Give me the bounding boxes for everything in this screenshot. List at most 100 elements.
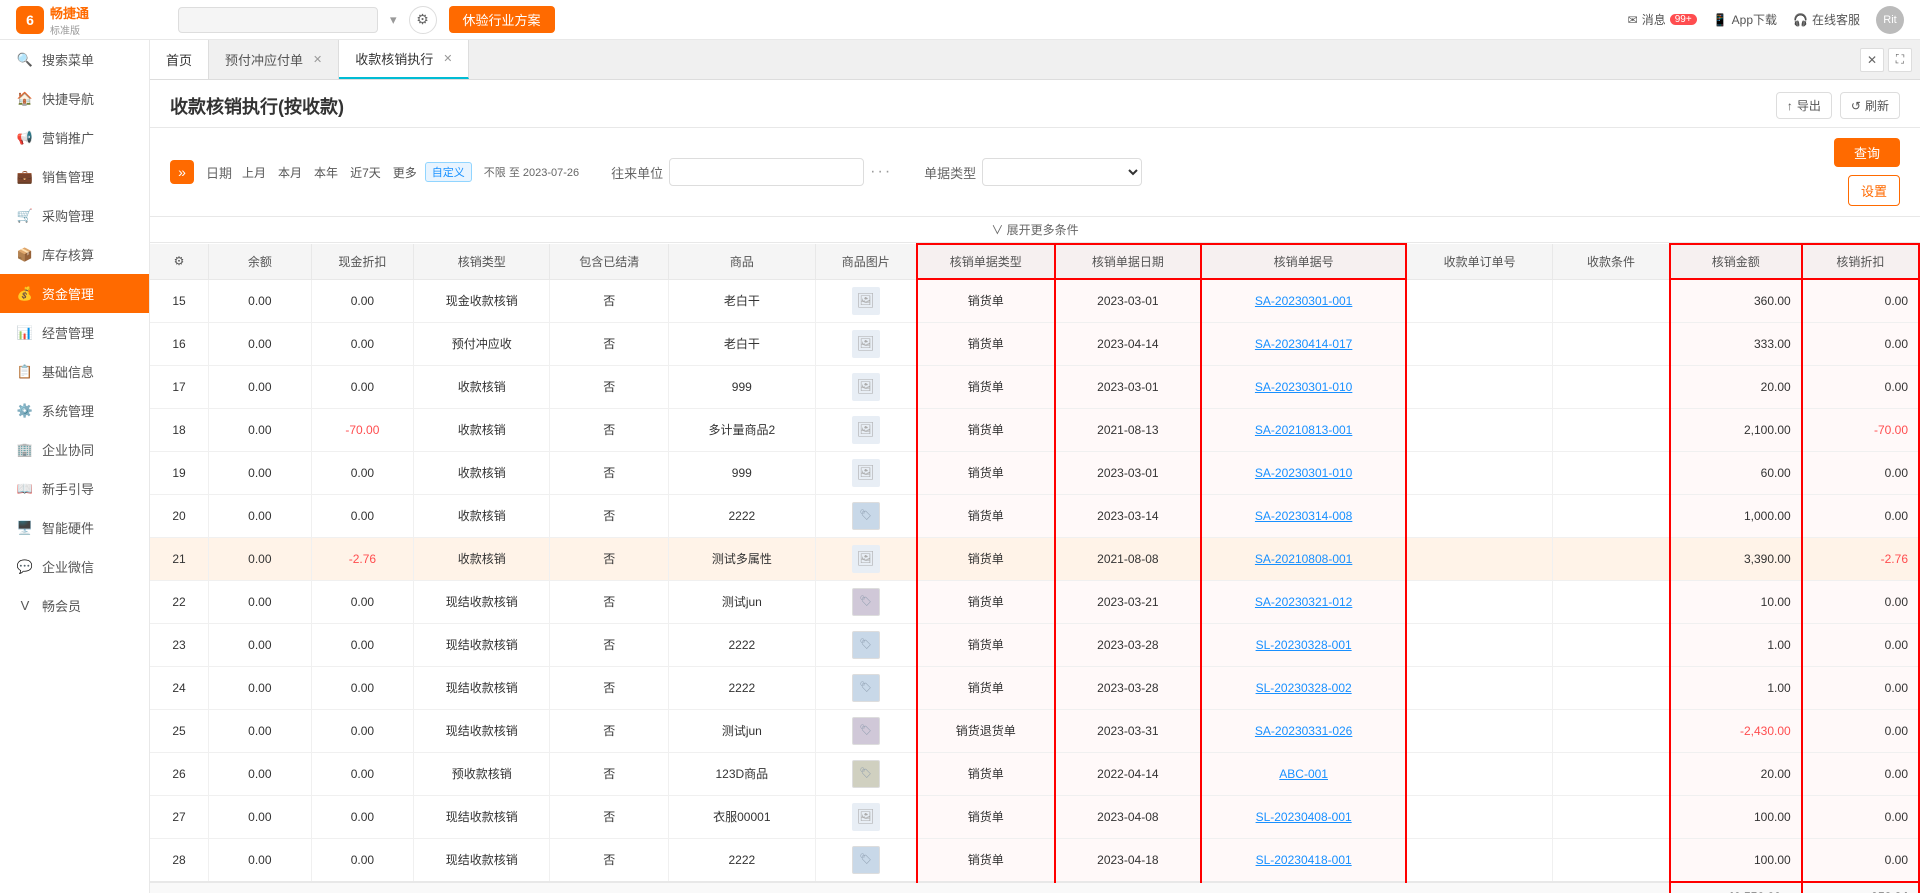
cell-discount: 0.00 (1802, 623, 1919, 666)
finance-icon: 💰 (16, 285, 34, 303)
filter-expand-button[interactable]: » (170, 160, 194, 184)
headset-icon: 🎧 (1793, 13, 1808, 27)
tab-writeoff[interactable]: 收款核销执行 ✕ (339, 40, 469, 79)
refresh-button[interactable]: ↺ 刷新 (1840, 92, 1900, 119)
cell-receipt-cond (1553, 838, 1670, 882)
cell-doc-type: 销货单 (917, 795, 1055, 838)
sidebar-item-search[interactable]: 🔍 搜索菜单 (0, 40, 149, 79)
cell-product-img: 🖼 (815, 795, 917, 838)
tab-prepay[interactable]: 预付冲应付单 ✕ (209, 40, 339, 79)
export-icon: ↑ (1787, 99, 1793, 113)
cell-no: 26 (150, 752, 209, 795)
top-search-input[interactable] (178, 7, 378, 33)
cell-receipt-cond (1553, 709, 1670, 752)
this-year-btn[interactable]: 本年 (310, 162, 342, 183)
cell-amount: -2,430.00 (1670, 709, 1802, 752)
logo-text: 畅捷通 标准版 (50, 3, 89, 37)
doc-no-link[interactable]: SL-20230408-001 (1256, 810, 1352, 824)
cell-receipt-no (1406, 795, 1552, 838)
table-container[interactable]: ⚙ 余额 现金折扣 核销类型 包含已结清 商品 商品图片 核销单据类型 核销单据… (150, 243, 1920, 893)
sidebar-item-enterprise[interactable]: 🏢 企业协同 (0, 430, 149, 469)
table-row: 18 0.00 -70.00 收款核销 否 多计量商品2 🖼 销货单 2021-… (150, 408, 1919, 451)
doc-no-link[interactable]: SA-20230301-010 (1255, 466, 1352, 480)
settings-icon[interactable]: ⚙ (409, 6, 437, 34)
table-footer-row: 40,556,66... 952.24 (150, 882, 1919, 893)
app-download-item[interactable]: 📱 App下载 (1713, 11, 1777, 28)
tab-writeoff-close[interactable]: ✕ (443, 52, 452, 65)
sidebar-item-hardware[interactable]: 🖥️ 智能硬件 (0, 508, 149, 547)
cell-settled: 否 (550, 537, 669, 580)
tab-home[interactable]: 首页 (150, 40, 209, 79)
cell-doc-type: 销货单 (917, 838, 1055, 882)
page-header: 收款核销执行(按收款) ↑ 导出 ↺ 刷新 (150, 80, 1920, 128)
sidebar-item-finance[interactable]: 💰 资金管理 (0, 274, 149, 313)
sidebar-item-guide[interactable]: 📖 新手引导 (0, 469, 149, 508)
tab-prepay-close[interactable]: ✕ (313, 53, 322, 66)
cell-receipt-cond (1553, 580, 1670, 623)
cell-product-img: 🖼 (815, 365, 917, 408)
doc-no-link[interactable]: SL-20230328-002 (1256, 681, 1352, 695)
cell-writeoff-type: 现金收款核销 (414, 279, 550, 322)
sidebar-item-sales[interactable]: 💼 销售管理 (0, 157, 149, 196)
sidebar-item-inventory[interactable]: 📦 库存核算 (0, 235, 149, 274)
cell-discount: 0.00 (1802, 494, 1919, 537)
cell-doc-type: 销货单 (917, 494, 1055, 537)
doc-no-link[interactable]: SA-20230321-012 (1255, 595, 1352, 609)
expand-more-bar[interactable]: ∨ 展开更多条件 (150, 217, 1920, 243)
cell-receipt-cond (1553, 322, 1670, 365)
doc-no-link[interactable]: SA-20230314-008 (1255, 509, 1352, 523)
cell-amount: 360.00 (1670, 279, 1802, 322)
cell-cash-discount: 0.00 (311, 752, 414, 795)
table-row: 24 0.00 0.00 现结收款核销 否 2222 🏷 销货单 2023-03… (150, 666, 1919, 709)
online-service-item[interactable]: 🎧 在线客服 (1793, 11, 1860, 28)
sidebar-item-quick-nav[interactable]: 🏠 快捷导航 (0, 79, 149, 118)
table-row: 26 0.00 0.00 预收款核销 否 123D商品 🏷 销货单 2022-0… (150, 752, 1919, 795)
dropdown-arrow-icon[interactable]: ▾ (390, 12, 397, 28)
cell-product-img: 🏷 (815, 709, 917, 752)
doc-no-link[interactable]: SA-20230301-001 (1255, 294, 1352, 308)
cell-receipt-cond (1553, 666, 1670, 709)
doc-no-link[interactable]: SL-20230418-001 (1256, 853, 1352, 867)
cell-product-img: 🏷 (815, 623, 917, 666)
doc-no-link[interactable]: SA-20230301-010 (1255, 380, 1352, 394)
cell-receipt-no (1406, 408, 1552, 451)
industry-button[interactable]: 休验行业方案 (449, 6, 555, 33)
custom-date-btn[interactable]: 自定义 (425, 162, 472, 182)
doc-no-link[interactable]: SA-20210808-001 (1255, 552, 1352, 566)
user-avatar[interactable]: Rit (1876, 6, 1904, 34)
last-month-btn[interactable]: 上月 (238, 162, 270, 183)
from-unit-input[interactable] (669, 158, 864, 186)
sidebar-item-wechat[interactable]: 💬 企业微信 (0, 547, 149, 586)
doc-no-link[interactable]: SL-20230328-001 (1256, 638, 1352, 652)
tab-close-all-btn[interactable]: ✕ (1860, 48, 1884, 72)
cell-no: 25 (150, 709, 209, 752)
export-button[interactable]: ↑ 导出 (1776, 92, 1832, 119)
cell-product-img: 🖼 (815, 408, 917, 451)
sidebar-item-marketing[interactable]: 📢 营销推广 (0, 118, 149, 157)
sidebar-item-system[interactable]: ⚙️ 系统管理 (0, 391, 149, 430)
sidebar-item-operations[interactable]: 📊 经营管理 (0, 313, 149, 352)
query-button[interactable]: 查询 (1834, 138, 1900, 167)
sidebar-item-member[interactable]: V 畅会员 (0, 586, 149, 625)
doc-no-link[interactable]: SA-20230414-017 (1255, 337, 1352, 351)
this-month-btn[interactable]: 本月 (274, 162, 306, 183)
doc-no-link[interactable]: SA-20230331-026 (1255, 724, 1352, 738)
from-unit-more-icon[interactable]: ··· (870, 163, 892, 181)
table-row: 19 0.00 0.00 收款核销 否 999 🖼 销货单 2023-03-01… (150, 451, 1919, 494)
last-7days-btn[interactable]: 近7天 (346, 162, 385, 183)
more-dates-btn[interactable]: 更多 (389, 162, 421, 183)
message-item[interactable]: ✉ 消息 99+ (1628, 11, 1697, 28)
doc-no-link[interactable]: ABC-001 (1279, 767, 1328, 781)
tab-expand-btn[interactable]: ⛶ (1888, 48, 1912, 72)
cell-amount: 1,000.00 (1670, 494, 1802, 537)
sidebar-item-basic-info[interactable]: 📋 基础信息 (0, 352, 149, 391)
cell-doc-date: 2023-03-01 (1055, 279, 1201, 322)
doc-type-select[interactable] (982, 158, 1142, 186)
filter-settings-button[interactable]: 设置 (1848, 175, 1900, 206)
col-settings-header[interactable]: ⚙ (150, 244, 209, 279)
sidebar-item-purchase[interactable]: 🛒 采购管理 (0, 196, 149, 235)
doc-no-link[interactable]: SA-20210813-001 (1255, 423, 1352, 437)
cell-cash-discount: 0.00 (311, 494, 414, 537)
cell-writeoff-type: 现结收款核销 (414, 623, 550, 666)
cell-product: 2222 (669, 494, 815, 537)
